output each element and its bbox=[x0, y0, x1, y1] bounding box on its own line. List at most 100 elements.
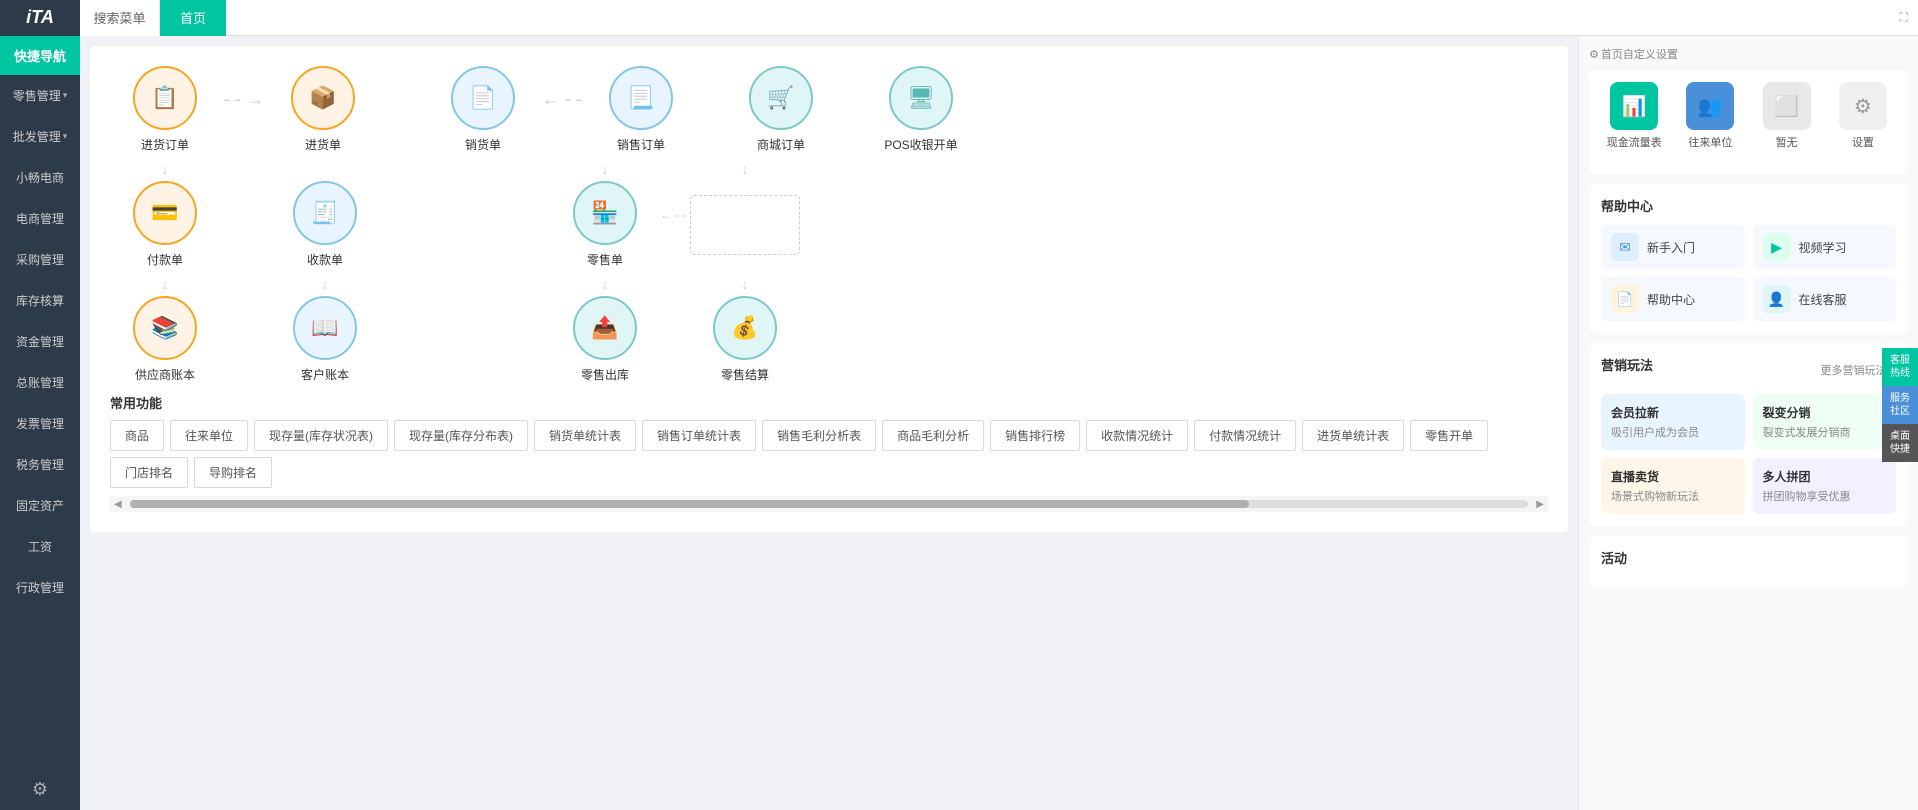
help-center-title: 帮助中心 bbox=[1601, 196, 1896, 215]
quick-icon-none[interactable]: ⬜ 暂无 bbox=[1754, 82, 1820, 150]
flow-node-sales[interactable]: 📄 销货单 bbox=[428, 66, 538, 153]
beginner-icon: ✉ bbox=[1611, 233, 1639, 261]
float-btn-community[interactable]: 服务社区 bbox=[1882, 386, 1918, 424]
sidebar-item-general-ledger[interactable]: 总账管理 bbox=[0, 362, 80, 403]
help-item-video[interactable]: ▶ 视频学习 bbox=[1753, 225, 1897, 269]
func-btn-13[interactable]: 门店排名 bbox=[110, 457, 188, 488]
sidebar-item-tax[interactable]: 税务管理 bbox=[0, 444, 80, 485]
sidebar-quicknav[interactable]: 快捷导航 bbox=[0, 36, 80, 75]
chevron-down-icon: ▾ bbox=[63, 90, 68, 101]
none-icon: ⬜ bbox=[1763, 82, 1811, 130]
arrow-right-1: - - → bbox=[224, 89, 264, 110]
cashflow-icon: 📊 bbox=[1610, 82, 1658, 130]
quick-icon-settings[interactable]: ⚙ 设置 bbox=[1830, 82, 1896, 150]
activity-title: 活动 bbox=[1601, 548, 1896, 567]
logo-text: iTA bbox=[26, 7, 54, 28]
mkt-item-fission[interactable]: 裂变分销 裂变式发展分销商 bbox=[1753, 394, 1897, 450]
settings-icon: ⚙ bbox=[1839, 82, 1887, 130]
help-item-help[interactable]: 📄 帮助中心 bbox=[1601, 277, 1745, 321]
func-btn-0[interactable]: 商品 bbox=[110, 420, 164, 451]
sidebar-item-retail[interactable]: 零售管理 ▾ bbox=[0, 75, 80, 116]
sidebar-item-purchase[interactable]: 采购管理 bbox=[0, 239, 80, 280]
marketing-card: 营销玩法 更多营销玩法 > 会员拉新 吸引用户成为会员 裂变分销 裂变式发展分销… bbox=[1589, 343, 1908, 526]
activity-card: 活动 bbox=[1589, 536, 1908, 587]
chevron-down-icon: ▾ bbox=[63, 131, 68, 142]
expand-icon[interactable]: ⛶ bbox=[1900, 10, 1918, 25]
scroll-thumb bbox=[130, 500, 1249, 508]
sidebar-item-finance[interactable]: 资金管理 bbox=[0, 321, 80, 362]
flow-node-purchase[interactable]: 📦 进货单 bbox=[268, 66, 378, 153]
scroll-right-arrow[interactable]: ▶ bbox=[1532, 499, 1548, 510]
float-btn-desktop[interactable]: 桌面快捷 bbox=[1882, 424, 1918, 462]
func-btn-3[interactable]: 现存量(库存分布表) bbox=[394, 420, 528, 451]
func-btn-14[interactable]: 导购排名 bbox=[194, 457, 272, 488]
mkt-item-live[interactable]: 直播卖货 场景式购物新玩法 bbox=[1601, 458, 1745, 514]
flow-node-mall-order[interactable]: 🛒 商城订单 bbox=[726, 66, 836, 153]
home-tab[interactable]: 首页 bbox=[160, 0, 226, 36]
scroll-left-arrow[interactable]: ◀ bbox=[110, 499, 126, 510]
flow-node-sales-order[interactable]: 📃 销售订单 bbox=[586, 66, 696, 153]
common-func-title: 常用功能 bbox=[110, 393, 1548, 412]
sidebar-item-inventory[interactable]: 库存核算 bbox=[0, 280, 80, 321]
service-icon: 👤 bbox=[1763, 285, 1791, 313]
quick-icon-contacts[interactable]: 👥 往来单位 bbox=[1677, 82, 1743, 150]
flow-node-pos[interactable]: 🖥 POS收银开单 bbox=[866, 66, 976, 153]
arrow-left-1: ← - - bbox=[542, 89, 582, 110]
func-btn-11[interactable]: 进货单统计表 bbox=[1302, 420, 1404, 451]
quick-icon-cashflow[interactable]: 📊 现金流量表 bbox=[1601, 82, 1667, 150]
sidebar-item-invoice[interactable]: 发票管理 bbox=[0, 403, 80, 444]
search-menu-button[interactable]: 搜索菜单 bbox=[80, 0, 160, 36]
contacts-icon: 👥 bbox=[1686, 82, 1734, 130]
marketing-header: 营销玩法 更多营销玩法 > bbox=[1601, 355, 1896, 384]
flow-node-customer-book[interactable]: 📖 客户账本 bbox=[270, 296, 380, 383]
gear-icon-small: ⚙ bbox=[1589, 48, 1599, 61]
func-btn-9[interactable]: 收款情况统计 bbox=[1086, 420, 1188, 451]
sidebar-item-wholesale[interactable]: 批发管理 ▾ bbox=[0, 116, 80, 157]
right-panel: ⚙ 首页自定义设置 📊 现金流量表 👥 往来单位 ⬜ bbox=[1578, 36, 1918, 810]
mkt-item-group[interactable]: 多人拼团 拼团购物享受优惠 bbox=[1753, 458, 1897, 514]
scroll-bar[interactable]: ◀ ▶ bbox=[110, 496, 1548, 512]
video-icon: ▶ bbox=[1763, 233, 1791, 261]
common-functions: 常用功能 商品往来单位现存量(库存状况表)现存量(库存分布表)销货单统计表销售订… bbox=[110, 393, 1548, 488]
func-grid: 商品往来单位现存量(库存状况表)现存量(库存分布表)销货单统计表销售订单统计表销… bbox=[110, 420, 1548, 488]
gear-icon[interactable]: ⚙ bbox=[32, 779, 48, 799]
func-btn-7[interactable]: 商品毛利分析 bbox=[882, 420, 984, 451]
flow-node-supplier-book[interactable]: 📚 供应商账本 bbox=[110, 296, 220, 383]
float-buttons: 客服热线 服务社区 桌面快捷 bbox=[1882, 348, 1918, 462]
main-panel: 📋 进货订单 - - → 📦 进货单 📄 销货单 ← - - bbox=[80, 36, 1578, 810]
func-btn-10[interactable]: 付款情况统计 bbox=[1194, 420, 1296, 451]
mkt-item-member[interactable]: 会员拉新 吸引用户成为会员 bbox=[1601, 394, 1745, 450]
func-btn-5[interactable]: 销售订单统计表 bbox=[642, 420, 756, 451]
sidebar-item-fixed-assets[interactable]: 固定资产 bbox=[0, 485, 80, 526]
flow-node-retail[interactable]: 🏪 零售单 bbox=[550, 181, 660, 268]
func-btn-4[interactable]: 销货单统计表 bbox=[534, 420, 636, 451]
func-btn-8[interactable]: 销售排行榜 bbox=[990, 420, 1080, 451]
quick-icons: 📊 现金流量表 👥 往来单位 ⬜ 暂无 ⚙ 设置 bbox=[1601, 82, 1896, 150]
sidebar-item-payroll[interactable]: 工资 bbox=[0, 526, 80, 567]
sidebar-item-ecommerce[interactable]: 小畅电商 bbox=[0, 157, 80, 198]
flow-node-retail-settle[interactable]: 💰 零售结算 bbox=[690, 296, 800, 383]
sidebar-bottom: ⚙ bbox=[0, 769, 80, 810]
flow-card: 📋 进货订单 - - → 📦 进货单 📄 销货单 ← - - bbox=[90, 46, 1568, 532]
help-item-beginner[interactable]: ✉ 新手入门 bbox=[1601, 225, 1745, 269]
help-doc-icon: 📄 bbox=[1611, 285, 1639, 313]
marketing-title: 营销玩法 bbox=[1601, 355, 1653, 374]
func-btn-12[interactable]: 零售开单 bbox=[1410, 420, 1488, 451]
flow-node-receipt[interactable]: 🧾 收款单 bbox=[270, 181, 380, 268]
func-btn-6[interactable]: 销售毛利分析表 bbox=[762, 420, 876, 451]
sidebar: 快捷导航 零售管理 ▾ 批发管理 ▾ 小畅电商 电商管理 采购管理 库存核算 资… bbox=[0, 36, 80, 810]
custom-setting[interactable]: ⚙ 首页自定义设置 bbox=[1589, 46, 1908, 62]
logo: iTA bbox=[0, 0, 80, 36]
sidebar-item-admin[interactable]: 行政管理 bbox=[0, 567, 80, 608]
help-grid: ✉ 新手入门 ▶ 视频学习 📄 帮助中心 👤 在线客服 bbox=[1601, 225, 1896, 321]
sidebar-item-ecom-mgmt[interactable]: 电商管理 bbox=[0, 198, 80, 239]
flow-node-retail-out[interactable]: 📤 零售出库 bbox=[550, 296, 660, 383]
func-btn-2[interactable]: 现存量(库存状况表) bbox=[254, 420, 388, 451]
help-item-service[interactable]: 👤 在线客服 bbox=[1753, 277, 1897, 321]
help-center-card: 帮助中心 ✉ 新手入门 ▶ 视频学习 📄 帮助中心 👤 bbox=[1589, 184, 1908, 333]
flow-node-payment[interactable]: 💳 付款单 bbox=[110, 181, 220, 268]
float-btn-service[interactable]: 客服热线 bbox=[1882, 348, 1918, 386]
flow-node-purchase-order[interactable]: 📋 进货订单 bbox=[110, 66, 220, 153]
marketing-grid: 会员拉新 吸引用户成为会员 裂变分销 裂变式发展分销商 直播卖货 场景式购物新玩… bbox=[1601, 394, 1896, 514]
func-btn-1[interactable]: 往来单位 bbox=[170, 420, 248, 451]
